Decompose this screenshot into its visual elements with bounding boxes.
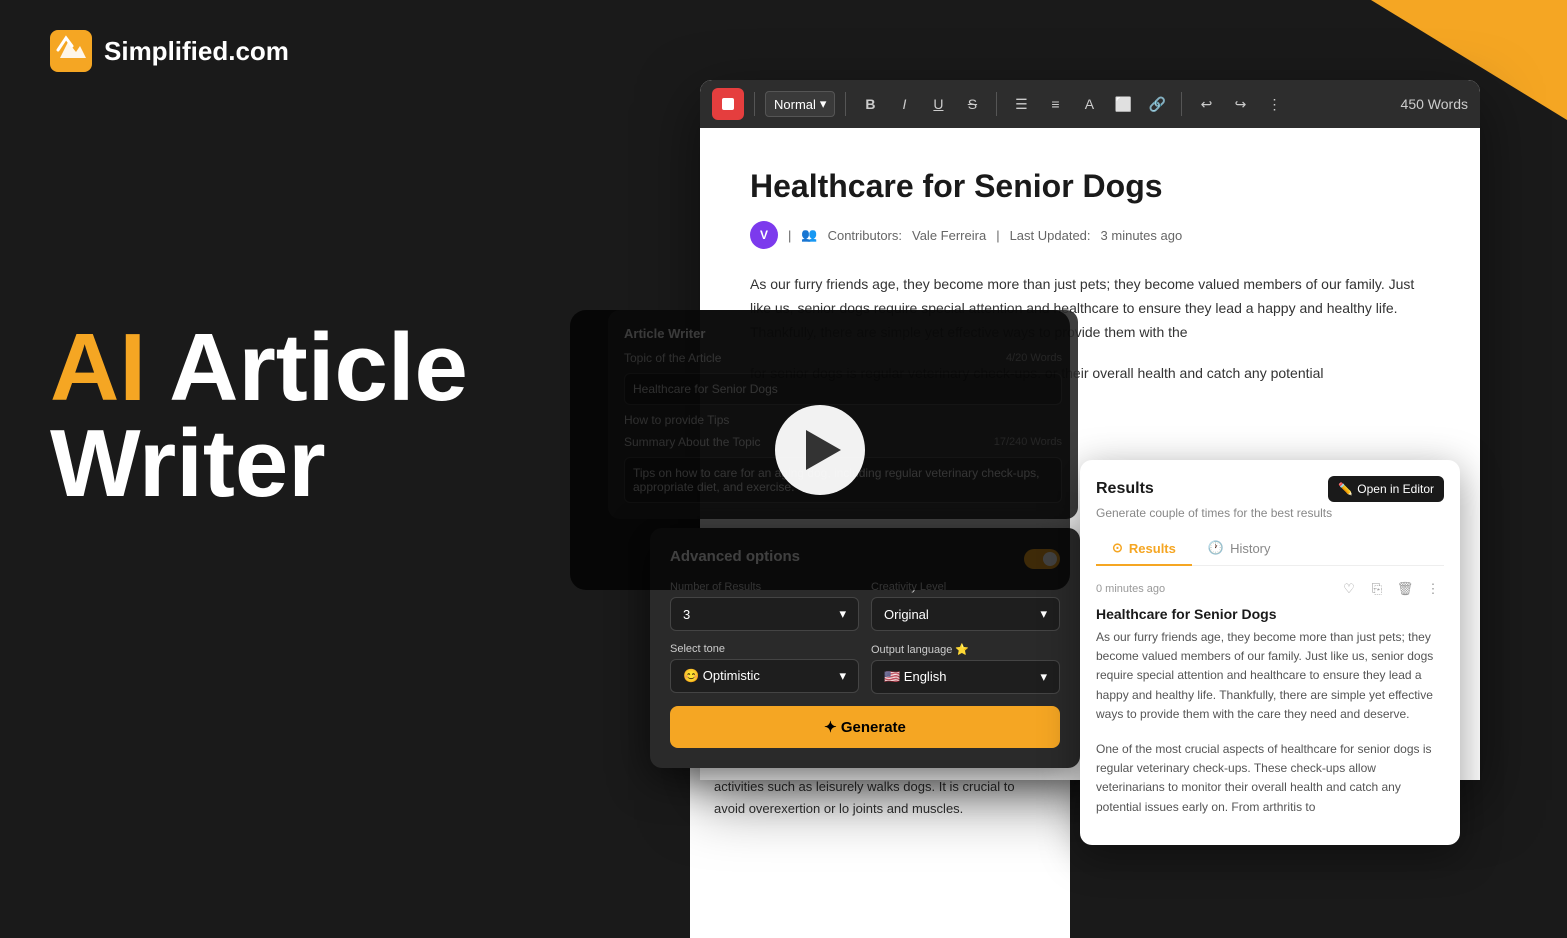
result-meta-1: 0 minutes ago ♡ ⎘ 🗑 ⋮ [1096, 578, 1444, 600]
format-select[interactable]: Normal ▾ [765, 91, 835, 117]
language-col: Output language ⭐ 🇺🇸 English ▾ [871, 643, 1060, 694]
hero-writer-text: Writer [50, 416, 468, 512]
list-button[interactable]: ☰ [1007, 90, 1035, 118]
word-count: 450 Words [1401, 96, 1468, 112]
document-title: Healthcare for Senior Dogs [750, 168, 1430, 205]
strikethrough-button[interactable]: S [958, 90, 986, 118]
hero-article-text: Article [146, 314, 468, 421]
more-button-1[interactable]: ⋮ [1422, 578, 1444, 600]
results-subtitle: Generate couple of times for the best re… [1096, 506, 1444, 520]
contributors-divider: | [788, 228, 791, 243]
logo-area: Simplified.com [50, 30, 289, 72]
tab-results[interactable]: ⊙ Results [1096, 532, 1192, 566]
history-tab-label: History [1230, 541, 1270, 556]
more-options-button[interactable]: ⋮ [1260, 90, 1288, 118]
redo-button[interactable]: ↪ [1226, 90, 1254, 118]
results-body: 0 minutes ago ♡ ⎘ 🗑 ⋮ Healthcare for Sen… [1080, 566, 1460, 845]
align-button[interactable]: ≡ [1041, 90, 1069, 118]
document-meta: V | 👥 Contributors: Vale Ferreira | Last… [750, 221, 1430, 249]
result-body-2: One of the most crucial aspects of healt… [1096, 740, 1444, 817]
play-button[interactable] [775, 405, 865, 495]
result-item-1: 0 minutes ago ♡ ⎘ 🗑 ⋮ Healthcare for Sen… [1096, 578, 1444, 724]
number-of-results-select[interactable]: 3 ▾ [670, 597, 859, 631]
toolbar-separator-3 [996, 92, 997, 116]
contributors-label: Contributors: [828, 228, 902, 243]
link-button[interactable]: 🔗 [1143, 90, 1171, 118]
font-color-button[interactable]: A [1075, 90, 1103, 118]
underline-button[interactable]: U [924, 90, 952, 118]
toolbar-separator-1 [754, 92, 755, 116]
author-avatar: V [750, 221, 778, 249]
tone-language-row: Select tone 😊 Optimistic ▾ Output langua… [670, 643, 1060, 694]
simplified-logo-icon [50, 30, 92, 72]
delete-button-1[interactable]: 🗑 [1394, 578, 1416, 600]
last-updated-value: 3 minutes ago [1101, 228, 1183, 243]
results-title: Results [1096, 480, 1154, 498]
language-select[interactable]: 🇺🇸 English ▾ [871, 660, 1060, 694]
result-title-1: Healthcare for Senior Dogs [1096, 606, 1444, 622]
highlight-button[interactable]: ⬜ [1109, 90, 1137, 118]
contributors-name: Vale Ferreira [912, 228, 986, 243]
bold-button[interactable]: B [856, 90, 884, 118]
history-tab-icon: 🕐 [1208, 540, 1224, 556]
contributors-icon: 👥 [801, 227, 817, 243]
results-panel: Results ✏️ Open in Editor Generate coupl… [1080, 460, 1460, 845]
edit-icon: ✏️ [1338, 482, 1353, 496]
tone-col: Select tone 😊 Optimistic ▾ [670, 643, 859, 694]
generate-button[interactable]: ✦ Generate [670, 706, 1060, 748]
result-time-1: 0 minutes ago [1096, 583, 1165, 595]
toolbar-separator-2 [845, 92, 846, 116]
video-overlay[interactable] [570, 310, 1070, 590]
tone-label: Select tone [670, 643, 859, 655]
copy-button-1[interactable]: ⎘ [1366, 578, 1388, 600]
results-title-row: Results ✏️ Open in Editor [1096, 476, 1444, 502]
creativity-select[interactable]: Original ▾ [871, 597, 1060, 631]
result-actions-1: ♡ ⎘ 🗑 ⋮ [1338, 578, 1444, 600]
heart-button-1[interactable]: ♡ [1338, 578, 1360, 600]
result-item-2: One of the most crucial aspects of healt… [1096, 740, 1444, 817]
italic-button[interactable]: I [890, 90, 918, 118]
tone-select[interactable]: 😊 Optimistic ▾ [670, 659, 859, 693]
undo-button[interactable]: ↩ [1192, 90, 1220, 118]
results-header: Results ✏️ Open in Editor Generate coupl… [1080, 460, 1460, 566]
hero-section: AI Article Writer [50, 320, 468, 512]
results-tab-label: Results [1129, 541, 1176, 556]
results-tab-icon: ⊙ [1112, 540, 1123, 556]
tab-history[interactable]: 🕐 History [1192, 532, 1287, 566]
editor-toolbar: Normal ▾ B I U S ☰ ≡ A ⬜ 🔗 ↩ ↪ ⋮ 450 Wor… [700, 80, 1480, 128]
meta-divider: | [996, 228, 999, 243]
play-icon [806, 430, 841, 470]
toolbar-separator-4 [1181, 92, 1182, 116]
result-body-1: As our furry friends age, they become mo… [1096, 628, 1444, 724]
logo-text: Simplified.com [104, 36, 289, 67]
toolbar-brand-button[interactable] [712, 88, 744, 120]
open-in-editor-button[interactable]: ✏️ Open in Editor [1328, 476, 1444, 502]
results-tabs: ⊙ Results 🕐 History [1096, 532, 1444, 566]
last-updated-label: Last Updated: [1010, 228, 1091, 243]
hero-ai-text: AI [50, 314, 146, 421]
output-language-label: Output language ⭐ [871, 643, 1060, 656]
hero-line1: AI Article [50, 320, 468, 416]
